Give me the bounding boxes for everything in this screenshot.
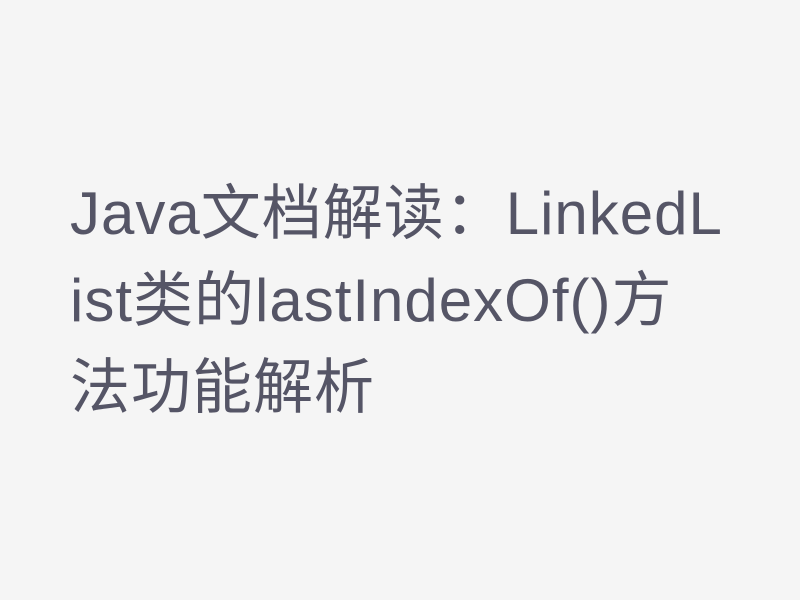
page-title: Java文档解读：LinkedList类的lastIndexOf()方法功能解析 xyxy=(70,170,730,431)
